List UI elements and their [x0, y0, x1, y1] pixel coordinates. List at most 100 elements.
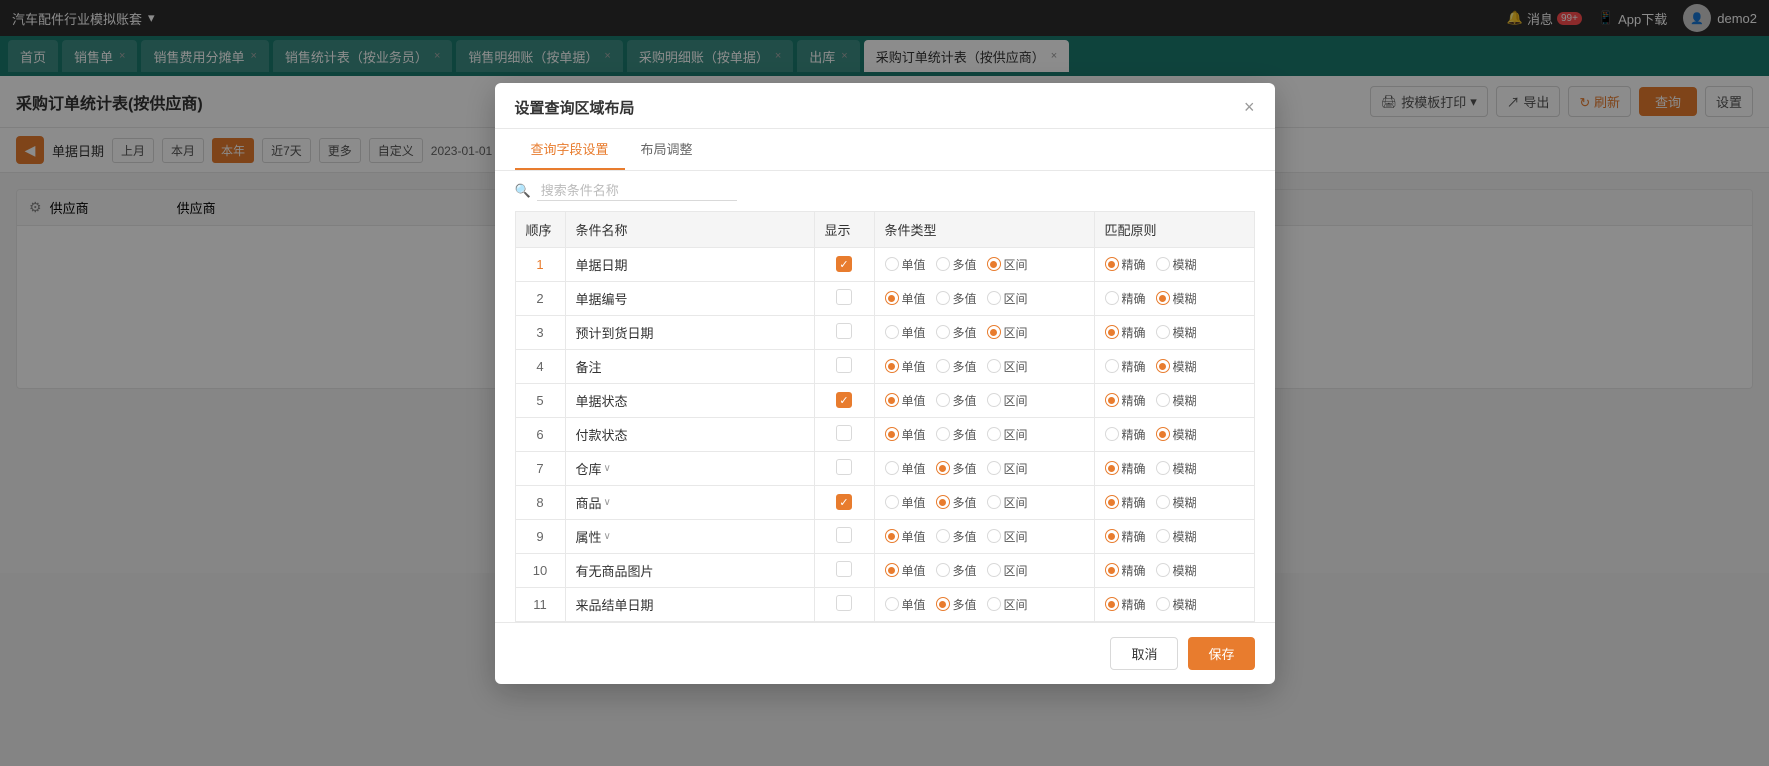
match-option-精确[interactable]: 精确	[1105, 256, 1146, 273]
type-option-多值[interactable]: 多值	[936, 562, 977, 579]
radio-circle	[1105, 325, 1119, 339]
radio-circle	[987, 359, 1001, 373]
type-option-单值[interactable]: 单值	[885, 392, 926, 409]
type-option-单值[interactable]: 单值	[885, 596, 926, 613]
radio-circle	[1105, 393, 1119, 407]
type-option-多值[interactable]: 多值	[936, 460, 977, 477]
match-option-模糊[interactable]: 模糊	[1156, 528, 1197, 545]
radio-circle	[885, 359, 899, 373]
type-option-多值[interactable]: 多值	[936, 290, 977, 307]
type-option-单值[interactable]: 单值	[885, 256, 926, 273]
order-number: 10	[533, 563, 547, 578]
modal-overlay: 设置查询区域布局 × 查询字段设置 布局调整 🔍	[0, 0, 1769, 766]
type-option-区间[interactable]: 区间	[987, 596, 1028, 613]
type-option-单值[interactable]: 单值	[885, 426, 926, 443]
type-option-区间[interactable]: 区间	[987, 426, 1028, 443]
match-option-精确[interactable]: 精确	[1105, 562, 1146, 579]
radio-label: 精确	[1122, 256, 1146, 273]
save-button[interactable]: 保存	[1188, 637, 1254, 670]
match-option-模糊[interactable]: 模糊	[1156, 290, 1197, 307]
type-option-单值[interactable]: 单值	[885, 494, 926, 511]
match-option-模糊[interactable]: 模糊	[1156, 460, 1197, 477]
table-row: 6付款状态单值多值区间精确模糊	[515, 417, 1254, 451]
type-option-单值[interactable]: 单值	[885, 290, 926, 307]
display-checkbox[interactable]	[836, 561, 852, 577]
type-radio-group: 单值多值区间	[885, 528, 1084, 545]
match-option-精确[interactable]: 精确	[1105, 426, 1146, 443]
type-option-多值[interactable]: 多值	[936, 596, 977, 613]
display-checkbox[interactable]	[836, 425, 852, 441]
radio-label: 单值	[902, 290, 926, 307]
row-order-7: 7	[515, 451, 565, 485]
type-option-单值[interactable]: 单值	[885, 460, 926, 477]
type-option-区间[interactable]: 区间	[987, 358, 1028, 375]
type-option-区间[interactable]: 区间	[987, 528, 1028, 545]
type-option-单值[interactable]: 单值	[885, 358, 926, 375]
type-option-多值[interactable]: 多值	[936, 528, 977, 545]
row-match-7: 精确模糊	[1094, 451, 1254, 485]
cancel-button[interactable]: 取消	[1110, 637, 1178, 670]
table-row: 11来品结单日期单值多值区间精确模糊	[515, 587, 1254, 621]
table-row: 5单据状态单值多值区间精确模糊	[515, 383, 1254, 417]
type-radio-group: 单值多值区间	[885, 426, 1084, 443]
type-option-单值[interactable]: 单值	[885, 324, 926, 341]
match-option-模糊[interactable]: 模糊	[1156, 324, 1197, 341]
type-option-多值[interactable]: 多值	[936, 392, 977, 409]
tab-query-fields[interactable]: 查询字段设置	[515, 129, 625, 170]
match-option-模糊[interactable]: 模糊	[1156, 426, 1197, 443]
match-option-模糊[interactable]: 模糊	[1156, 358, 1197, 375]
display-checkbox[interactable]	[836, 256, 852, 272]
type-option-多值[interactable]: 多值	[936, 324, 977, 341]
match-option-模糊[interactable]: 模糊	[1156, 596, 1197, 613]
type-option-多值[interactable]: 多值	[936, 358, 977, 375]
type-option-单值[interactable]: 单值	[885, 562, 926, 579]
row-type-3: 单值多值区间	[874, 315, 1094, 349]
order-number: 7	[536, 461, 543, 476]
radio-circle	[1156, 325, 1170, 339]
row-match-11: 精确 模糊	[1094, 587, 1254, 621]
chevron-down-icon[interactable]: ∨	[604, 497, 611, 508]
type-option-区间[interactable]: 区间	[987, 562, 1028, 579]
type-option-区间[interactable]: 区间	[987, 494, 1028, 511]
type-option-多值[interactable]: 多值	[936, 494, 977, 511]
match-option-精确[interactable]: 精确	[1105, 528, 1146, 545]
chevron-down-icon[interactable]: ∨	[604, 531, 611, 542]
radio-circle	[936, 257, 950, 271]
search-input[interactable]	[537, 181, 737, 201]
match-option-精确[interactable]: 精确	[1105, 290, 1146, 307]
type-option-多值[interactable]: 多值	[936, 256, 977, 273]
type-option-区间[interactable]: 区间	[987, 392, 1028, 409]
match-option-精确[interactable]: 精确	[1105, 494, 1146, 511]
display-checkbox[interactable]	[836, 392, 852, 408]
tab-layout[interactable]: 布局调整	[625, 129, 709, 170]
display-checkbox[interactable]	[836, 357, 852, 373]
match-option-精确[interactable]: 精确	[1105, 324, 1146, 341]
match-option-精确[interactable]: 精确	[1105, 596, 1146, 613]
type-option-区间[interactable]: 区间	[987, 256, 1028, 273]
modal-close-button[interactable]: ×	[1244, 98, 1255, 116]
match-option-模糊[interactable]: 模糊	[1156, 562, 1197, 579]
type-option-区间[interactable]: 区间	[987, 290, 1028, 307]
match-option-精确[interactable]: 精确	[1105, 460, 1146, 477]
type-option-单值[interactable]: 单值	[885, 528, 926, 545]
display-checkbox[interactable]	[836, 595, 852, 611]
type-option-区间[interactable]: 区间	[987, 460, 1028, 477]
radio-label: 模糊	[1173, 596, 1197, 613]
radio-label: 精确	[1122, 562, 1146, 579]
display-checkbox[interactable]	[836, 323, 852, 339]
match-option-模糊[interactable]: 模糊	[1156, 494, 1197, 511]
display-checkbox[interactable]	[836, 289, 852, 305]
display-checkbox[interactable]	[836, 494, 852, 510]
match-option-精确[interactable]: 精确	[1105, 358, 1146, 375]
match-option-精确[interactable]: 精确	[1105, 392, 1146, 409]
type-option-区间[interactable]: 区间	[987, 324, 1028, 341]
display-checkbox[interactable]	[836, 527, 852, 543]
type-option-多值[interactable]: 多值	[936, 426, 977, 443]
radio-label: 单值	[902, 494, 926, 511]
display-checkbox[interactable]	[836, 459, 852, 475]
chevron-down-icon[interactable]: ∨	[604, 463, 611, 474]
match-option-模糊[interactable]: 模糊	[1156, 256, 1197, 273]
match-option-模糊[interactable]: 模糊	[1156, 392, 1197, 409]
row-type-10: 单值多值区间	[874, 553, 1094, 587]
radio-label: 多值	[953, 290, 977, 307]
